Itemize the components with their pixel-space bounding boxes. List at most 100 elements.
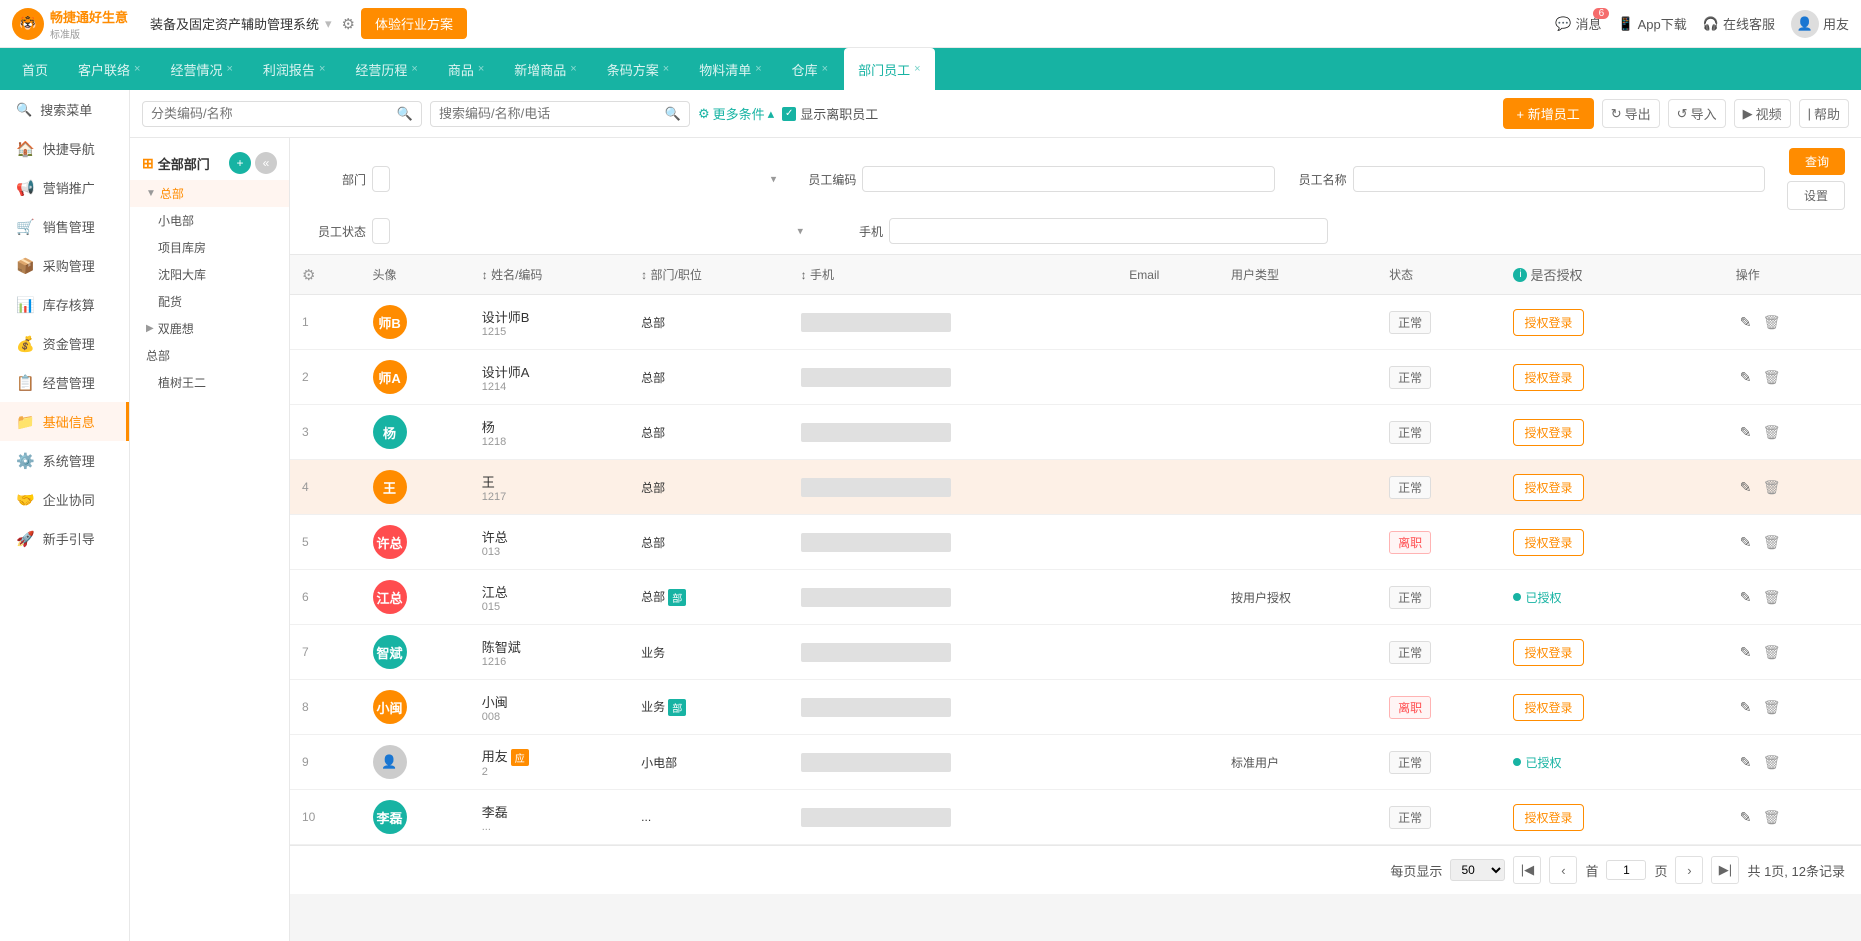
tab-home[interactable]: 首页: [8, 48, 62, 90]
query-button[interactable]: 查询: [1789, 148, 1845, 175]
auth-login-btn[interactable]: 授权登录: [1513, 474, 1583, 501]
auth-login-btn[interactable]: 授权登录: [1513, 419, 1583, 446]
system-dropdown-icon[interactable]: ▾: [325, 16, 332, 32]
tab-dept-staff[interactable]: 部门员工 ×: [844, 48, 934, 90]
status-select[interactable]: [372, 218, 390, 244]
col-phone[interactable]: ↕ 手机: [789, 255, 1118, 295]
online-service-action[interactable]: 🎧 在线客服: [1703, 14, 1775, 33]
dept-node-xiangmu[interactable]: 项目库房: [130, 234, 289, 261]
dept-node-zhishu[interactable]: 植树王二: [130, 369, 289, 396]
sidebar-item-inventory[interactable]: 📊 库存核算: [0, 285, 129, 324]
trial-button[interactable]: 体验行业方案: [361, 8, 467, 39]
page-size-select[interactable]: 50 100 200: [1450, 859, 1505, 881]
dept-select[interactable]: [372, 166, 390, 192]
dept-node-shenyang[interactable]: 沈阳大库: [130, 261, 289, 288]
close-icon[interactable]: ×: [226, 63, 232, 75]
add-staff-button[interactable]: + 新增员工: [1503, 98, 1594, 129]
edit-btn[interactable]: ✎: [1736, 367, 1756, 387]
more-filter-btn[interactable]: ⚙ 更多条件 ▴: [698, 104, 774, 123]
emp-name-input[interactable]: [1353, 166, 1765, 192]
tab-operation[interactable]: 经营情况 ×: [156, 48, 246, 90]
next-page-btn[interactable]: ›: [1675, 856, 1703, 884]
dept-search-input[interactable]: [151, 106, 391, 121]
message-action[interactable]: 💬 6 消息: [1555, 14, 1601, 33]
close-icon[interactable]: ×: [663, 63, 669, 75]
col-name[interactable]: ↕ 姓名/编码: [470, 255, 629, 295]
sidebar-item-guide[interactable]: 🚀 新手引导: [0, 519, 129, 558]
phone-input[interactable]: [889, 218, 1328, 244]
sidebar-item-system[interactable]: ⚙️ 系统管理: [0, 441, 129, 480]
dept-node-peihuo[interactable]: 配货: [130, 288, 289, 315]
view-button[interactable]: ▶ 视频: [1734, 99, 1791, 128]
edit-btn[interactable]: ✎: [1736, 697, 1756, 717]
help-button[interactable]: | 帮助: [1799, 99, 1849, 128]
delete-btn[interactable]: 🗑: [1759, 312, 1785, 332]
app-download-action[interactable]: 📱 App下载: [1617, 14, 1686, 33]
sidebar-item-basic[interactable]: 📁 基础信息: [0, 402, 129, 441]
delete-btn[interactable]: 🗑: [1759, 807, 1785, 827]
export-button[interactable]: ↻ 导出: [1602, 99, 1660, 128]
staff-search-input[interactable]: [439, 106, 659, 121]
auth-login-btn[interactable]: 授权登录: [1513, 309, 1583, 336]
tab-profit[interactable]: 利润报告 ×: [249, 48, 339, 90]
tab-add-goods[interactable]: 新增商品 ×: [500, 48, 590, 90]
edit-btn[interactable]: ✎: [1736, 642, 1756, 662]
sidebar-item-business[interactable]: 📋 经营管理: [0, 363, 129, 402]
tab-bom[interactable]: 物料清单 ×: [685, 48, 775, 90]
delete-btn[interactable]: 🗑: [1759, 367, 1785, 387]
sidebar-item-marketing[interactable]: 📢 营销推广: [0, 168, 129, 207]
settings-icon[interactable]: ⚙: [342, 15, 355, 33]
tab-goods[interactable]: 商品 ×: [434, 48, 498, 90]
dept-node-xiaodian[interactable]: 小电部: [130, 207, 289, 234]
sidebar-item-sales[interactable]: 🛒 销售管理: [0, 207, 129, 246]
sidebar-item-purchase[interactable]: 📦 采购管理: [0, 246, 129, 285]
dept-node-zongbu[interactable]: 总部: [130, 342, 289, 369]
edit-btn[interactable]: ✎: [1736, 587, 1756, 607]
user-action[interactable]: 👤 用友: [1791, 10, 1849, 38]
import-button[interactable]: ↺ 导入: [1668, 99, 1726, 128]
edit-btn[interactable]: ✎: [1736, 752, 1756, 772]
close-icon[interactable]: ×: [478, 63, 484, 75]
close-icon[interactable]: ×: [822, 63, 828, 75]
tab-barcode[interactable]: 条码方案 ×: [593, 48, 683, 90]
last-page-btn[interactable]: ▶|: [1711, 856, 1739, 884]
sidebar-item-collab[interactable]: 🤝 企业协同: [0, 480, 129, 519]
close-icon[interactable]: ×: [411, 63, 417, 75]
tab-warehouse[interactable]: 仓库 ×: [778, 48, 842, 90]
col-dept[interactable]: ↕ 部门/职位: [629, 255, 788, 295]
sidebar-item-quicknav[interactable]: 🏠 快捷导航: [0, 129, 129, 168]
col-settings[interactable]: ⚙: [290, 255, 361, 295]
close-icon[interactable]: ×: [914, 63, 920, 75]
add-dept-btn[interactable]: +: [229, 152, 251, 174]
auth-login-btn[interactable]: 授权登录: [1513, 364, 1583, 391]
close-icon[interactable]: ×: [570, 63, 576, 75]
delete-btn[interactable]: 🗑: [1759, 697, 1785, 717]
tab-customer[interactable]: 客户联络 ×: [64, 48, 154, 90]
auth-login-btn[interactable]: 授权登录: [1513, 529, 1583, 556]
edit-btn[interactable]: ✎: [1736, 422, 1756, 442]
tab-history[interactable]: 经营历程 ×: [341, 48, 431, 90]
delete-btn[interactable]: 🗑: [1759, 532, 1785, 552]
collapse-dept-btn[interactable]: «: [255, 152, 277, 174]
delete-btn[interactable]: 🗑: [1759, 422, 1785, 442]
close-icon[interactable]: ×: [134, 63, 140, 75]
edit-btn[interactable]: ✎: [1736, 807, 1756, 827]
sidebar-search[interactable]: 🔍 搜索菜单: [0, 90, 129, 129]
delete-btn[interactable]: 🗑: [1759, 752, 1785, 772]
auth-login-btn[interactable]: 授权登录: [1513, 694, 1583, 721]
reset-button[interactable]: 设置: [1787, 181, 1845, 210]
sidebar-item-finance[interactable]: 💰 资金管理: [0, 324, 129, 363]
first-page-btn[interactable]: |◀: [1513, 856, 1541, 884]
edit-btn[interactable]: ✎: [1736, 477, 1756, 497]
edit-btn[interactable]: ✎: [1736, 532, 1756, 552]
close-icon[interactable]: ×: [319, 63, 325, 75]
delete-btn[interactable]: 🗑: [1759, 477, 1785, 497]
delete-btn[interactable]: 🗑: [1759, 642, 1785, 662]
show-resigned-toggle[interactable]: ✓ 显示离职员工: [782, 104, 878, 123]
auth-login-btn[interactable]: 授权登录: [1513, 639, 1583, 666]
auth-login-btn[interactable]: 授权登录: [1513, 804, 1583, 831]
close-icon[interactable]: ×: [755, 63, 761, 75]
emp-code-input[interactable]: [862, 166, 1274, 192]
dept-node-shuanglu[interactable]: ▶ 双鹿想: [130, 315, 289, 342]
dept-node-zongbu-parent[interactable]: ▼ 总部: [130, 180, 289, 207]
